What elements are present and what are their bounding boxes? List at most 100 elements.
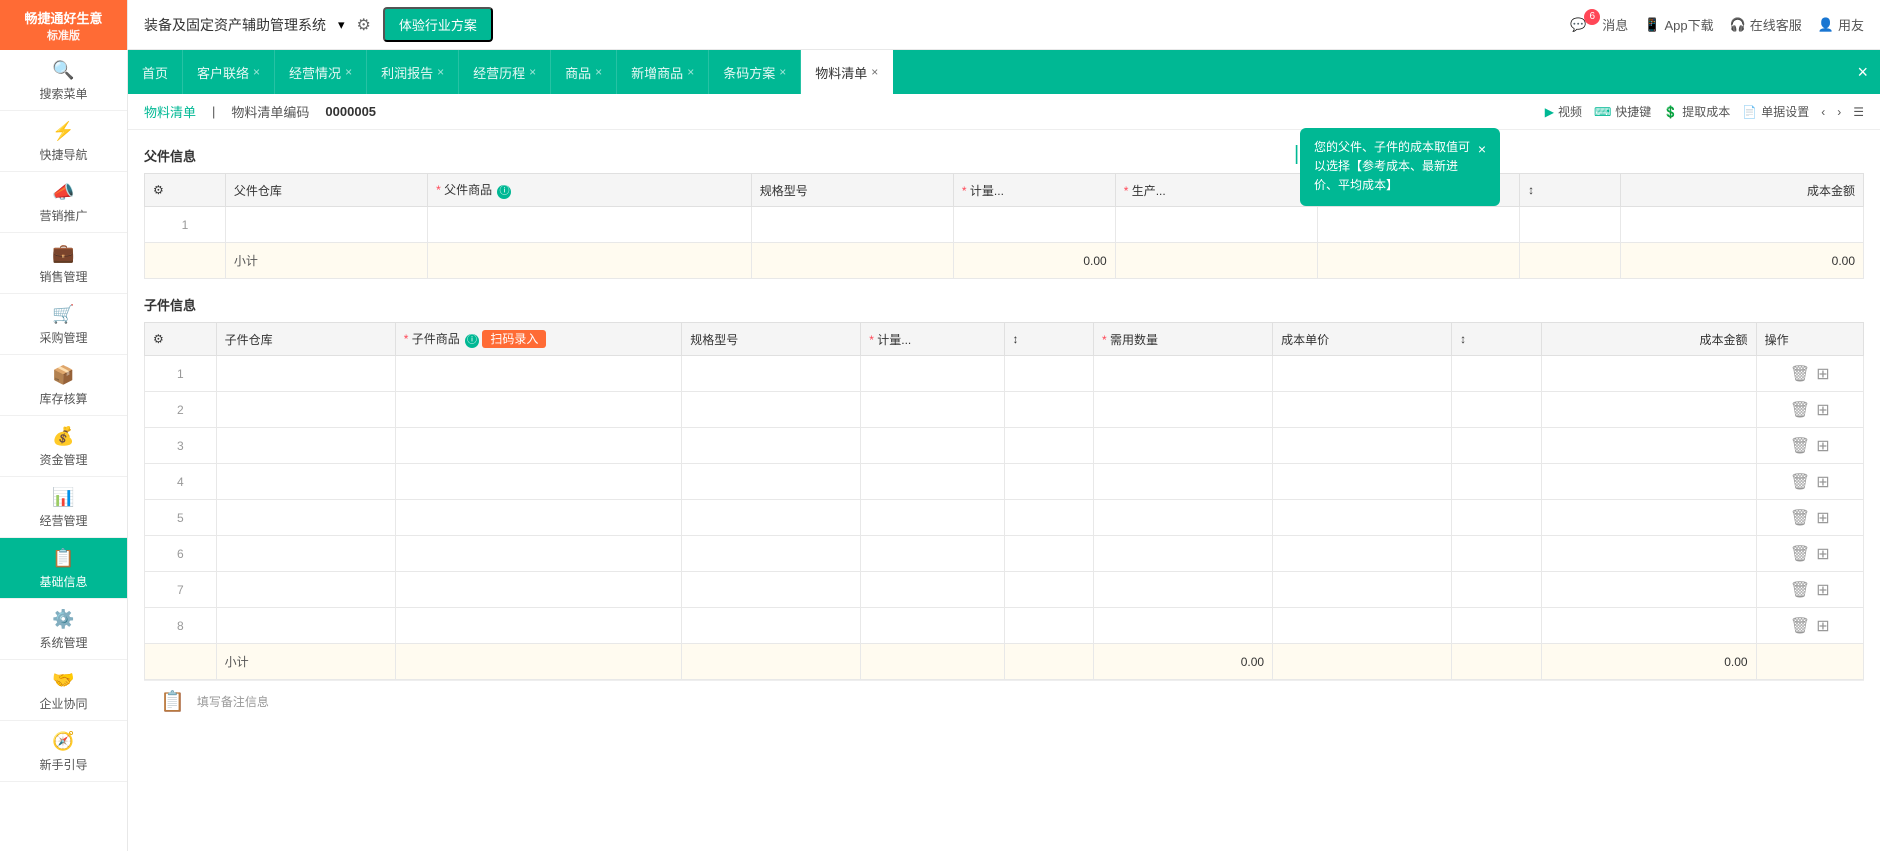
sidebar-item-sales[interactable]: 💼 销售管理 [0,233,127,294]
sidebar-item-guide[interactable]: 🧭 新手引导 [0,721,127,782]
shortcut-action[interactable]: ⌨ 快捷键 [1594,103,1651,120]
child-row-3-warehouse[interactable] [216,428,395,464]
child-row-1-unit[interactable] [861,356,1004,392]
next-page-button[interactable]: › [1837,105,1841,119]
copy-icon-1[interactable]: ⊞ [1816,364,1829,384]
child-row-1-qty[interactable] [1094,356,1273,392]
child-row-8-product[interactable] [395,608,682,644]
online-service-item[interactable]: 🎧 在线客服 [1730,15,1802,34]
breadcrumb-link[interactable]: 物料清单 [144,102,196,121]
child-row-6-unit[interactable] [861,536,1004,572]
child-row-2-unit[interactable] [861,392,1004,428]
tab-barcode[interactable]: 条码方案 × [709,50,801,94]
tooltip-close-button[interactable]: × [1478,138,1486,160]
view-action[interactable]: ▶ 视频 [1545,103,1582,120]
tab-goods[interactable]: 商品 × [551,50,617,94]
child-row-2-warehouse[interactable] [216,392,395,428]
child-row-6-unit-cost[interactable] [1273,536,1452,572]
note-text[interactable]: 填写备注信息 [197,693,269,710]
child-row-5-warehouse[interactable] [216,500,395,536]
sidebar-item-nav[interactable]: ⚡ 快捷导航 [0,111,127,172]
tab-profit[interactable]: 利润报告 × [367,50,459,94]
settings-gear-icon[interactable]: ⚙ [357,15,371,35]
child-row-5-product[interactable] [395,500,682,536]
child-row-3-unit[interactable] [861,428,1004,464]
delete-icon-7[interactable]: 🗑 [1790,580,1810,600]
child-row-8-warehouse[interactable] [216,608,395,644]
child-row-1-warehouse[interactable] [216,356,395,392]
tab-business[interactable]: 经营情况 × [275,50,367,94]
child-row-4-warehouse[interactable] [216,464,395,500]
tab-history-close[interactable]: × [529,65,536,79]
prev-page-button[interactable]: ‹ [1821,105,1825,119]
delete-icon-3[interactable]: 🗑 [1790,436,1810,456]
child-row-5-unit[interactable] [861,500,1004,536]
tab-history[interactable]: 经营历程 × [459,50,551,94]
sidebar-item-operation[interactable]: 📊 经营管理 [0,477,127,538]
parent-row-1-warehouse[interactable] [225,207,427,243]
child-row-3-spec[interactable] [682,428,861,464]
child-row-3-unit-cost[interactable] [1273,428,1452,464]
user-item[interactable]: 👤 用友 [1818,15,1864,34]
sidebar-item-purchase[interactable]: 🛒 采购管理 [0,294,127,355]
child-row-6-warehouse[interactable] [216,536,395,572]
parent-row-1-unit[interactable] [953,207,1115,243]
child-row-2-product[interactable] [395,392,682,428]
child-row-6-product[interactable] [395,536,682,572]
sidebar-item-search[interactable]: 🔍 搜索菜单 [0,50,127,111]
child-row-7-product[interactable] [395,572,682,608]
note-icon[interactable]: 📋 [160,689,185,714]
tab-goods-close[interactable]: × [595,65,602,79]
tab-customer[interactable]: 客户联络 × [183,50,275,94]
child-row-7-unit-cost[interactable] [1273,572,1452,608]
child-row-4-unit-cost[interactable] [1273,464,1452,500]
cost-action[interactable]: 💲 提取成本 [1663,103,1730,120]
tab-customer-close[interactable]: × [253,65,260,79]
child-row-4-spec[interactable] [682,464,861,500]
parent-row-1-spec[interactable] [751,207,953,243]
child-row-7-unit[interactable] [861,572,1004,608]
parent-row-1-prod[interactable] [1115,207,1317,243]
trial-button[interactable]: 体验行业方案 [383,7,493,42]
child-row-8-spec[interactable] [682,608,861,644]
tab-home[interactable]: 首页 [128,50,183,94]
copy-icon-6[interactable]: ⊞ [1816,544,1829,564]
delete-icon-2[interactable]: 🗑 [1790,400,1810,420]
delete-icon-6[interactable]: 🗑 [1790,544,1810,564]
child-row-1-product[interactable] [395,356,682,392]
child-col-gear[interactable]: ⚙ [145,323,217,356]
app-download-item[interactable]: 📱 App下载 [1644,15,1713,34]
copy-icon-5[interactable]: ⊞ [1816,508,1829,528]
copy-icon-7[interactable]: ⊞ [1816,580,1829,600]
scan-btn[interactable]: 扫码录入 [482,330,546,348]
child-row-7-qty[interactable] [1094,572,1273,608]
child-row-6-spec[interactable] [682,536,861,572]
delete-icon-5[interactable]: 🗑 [1790,508,1810,528]
delete-icon-8[interactable]: 🗑 [1790,616,1810,636]
delete-icon-1[interactable]: 🗑 [1790,364,1810,384]
parent-col-gear[interactable]: ⚙ [145,174,226,207]
sidebar-item-inventory[interactable]: 📦 库存核算 [0,355,127,416]
child-row-8-unit[interactable] [861,608,1004,644]
delete-icon-4[interactable]: 🗑 [1790,472,1810,492]
copy-icon-3[interactable]: ⊞ [1816,436,1829,456]
child-row-3-qty[interactable] [1094,428,1273,464]
child-row-5-unit-cost[interactable] [1273,500,1452,536]
parent-row-1-product[interactable] [428,207,752,243]
child-row-1-spec[interactable] [682,356,861,392]
child-row-2-qty[interactable] [1094,392,1273,428]
child-row-7-spec[interactable] [682,572,861,608]
child-row-4-unit[interactable] [861,464,1004,500]
copy-icon-4[interactable]: ⊞ [1816,472,1829,492]
sidebar-item-system[interactable]: ⚙️ 系统管理 [0,599,127,660]
tab-business-close[interactable]: × [345,65,352,79]
child-row-7-warehouse[interactable] [216,572,395,608]
sidebar-item-collab[interactable]: 🤝 企业协同 [0,660,127,721]
copy-icon-2[interactable]: ⊞ [1816,400,1829,420]
child-row-8-unit-cost[interactable] [1273,608,1452,644]
parent-row-1-cost[interactable] [1317,207,1519,243]
message-item[interactable]: 💬 6 消息 [1570,15,1628,34]
tab-bom[interactable]: 物料清单 × [801,50,893,94]
child-row-8-qty[interactable] [1094,608,1273,644]
tab-new-goods[interactable]: 新增商品 × [617,50,709,94]
